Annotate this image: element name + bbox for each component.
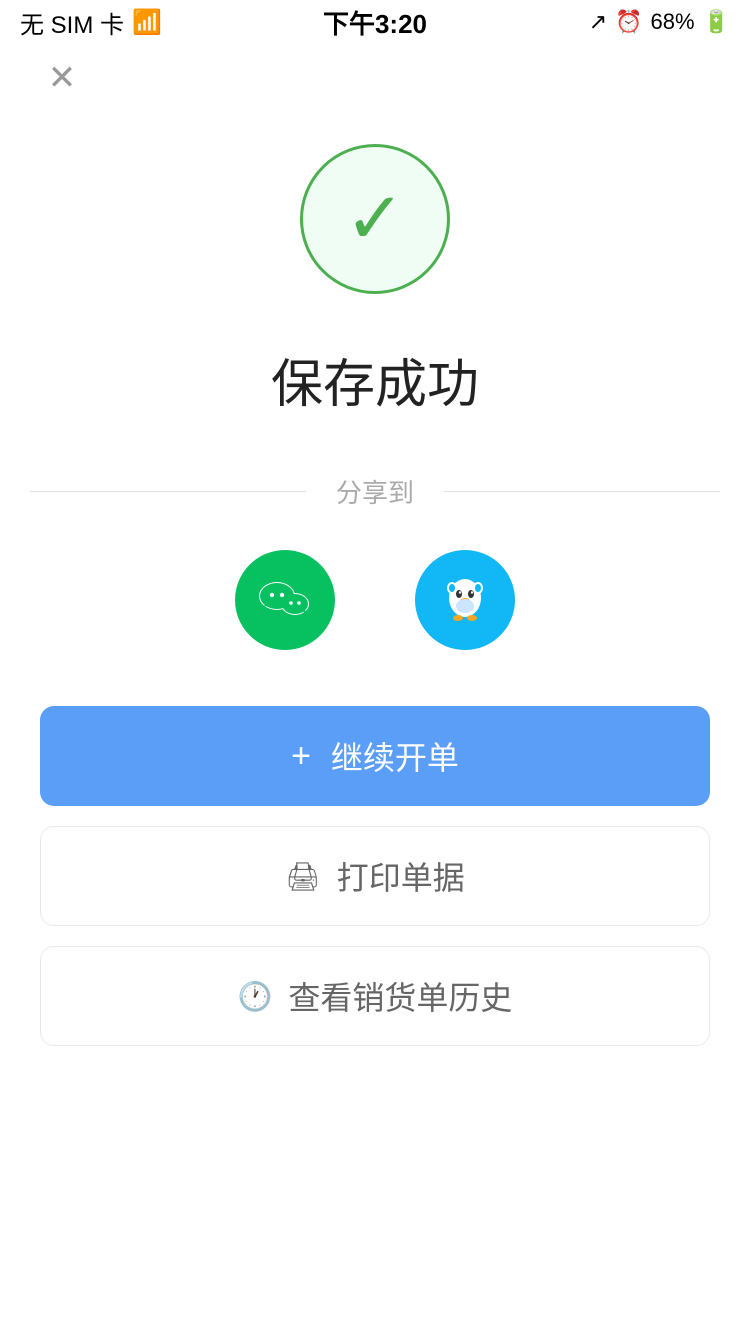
print-button[interactable]: 🖨 打印单据 [40,826,710,926]
checkmark-icon: ✓ [345,183,405,255]
continue-order-button[interactable]: + 继续开单 [40,706,710,806]
clock-icon: 🕐 [238,980,273,1013]
alarm-icon: ⏰ [615,9,642,35]
success-title: 保存成功 [271,342,479,417]
wechat-share-button[interactable] [235,550,335,650]
status-time: 下午3:20 [323,4,427,41]
battery-icon: 🔋 [703,9,730,35]
sim-status: 无 SIM 卡 [20,5,124,40]
action-buttons: + 继续开单 🖨 打印单据 🕐 查看销货单历史 [0,706,750,1046]
continue-order-label: 继续开单 [331,733,459,779]
share-icons [235,550,515,650]
history-label: 查看销货单历史 [288,973,512,1019]
print-label: 打印单据 [337,853,465,899]
close-button[interactable]: ✕ [40,56,84,100]
share-section: 分享到 [0,473,750,650]
wechat-icon [255,570,315,630]
print-icon: 🖨 [285,860,321,893]
share-divider: 分享到 [0,473,750,510]
history-button[interactable]: 🕐 查看销货单历史 [40,946,710,1046]
close-icon: ✕ [48,58,77,98]
qq-icon [435,570,495,630]
main-content: ✓ 保存成功 分享到 [0,44,750,1046]
success-circle: ✓ [300,144,450,294]
status-bar: 无 SIM 卡 📶 下午3:20 ↗ ⏰ 68% 🔋 [0,0,750,44]
battery-level: 68% [651,9,695,35]
location-icon: ↗ [589,9,607,35]
status-right: ↗ ⏰ 68% 🔋 [589,9,730,35]
wifi-icon: 📶 [132,8,162,37]
qq-share-button[interactable] [415,550,515,650]
plus-icon: + [291,737,311,776]
share-label: 分享到 [336,473,414,510]
status-left: 无 SIM 卡 📶 [20,5,162,40]
